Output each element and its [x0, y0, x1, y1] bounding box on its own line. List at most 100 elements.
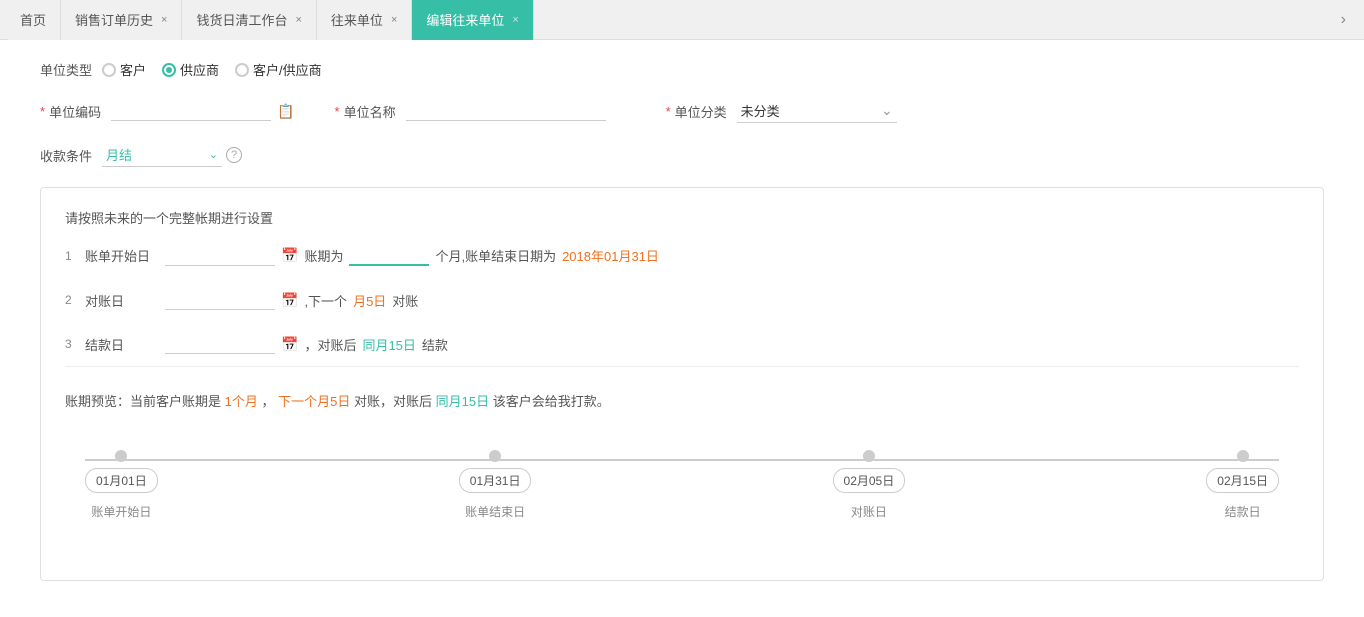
period-unit: 个月,账单结束日期为	[435, 246, 556, 265]
unit-name-label: 单位名称	[344, 102, 396, 121]
reconcile-highlight: 月5日	[353, 291, 386, 310]
chevron-down-icon: ⌄	[881, 102, 893, 119]
preview-end: 该客户会给我打款。	[493, 394, 610, 409]
unit-class-field: * 单位分类 未分类 ⌄	[666, 99, 897, 123]
required-star: *	[335, 104, 340, 119]
timeline-point-4: 02月15日 结款日	[1206, 450, 1279, 520]
payment-desc-pre: ，对账后	[304, 335, 356, 354]
payment-row: 收款条件 月结 ⌄ ?	[40, 143, 1324, 167]
close-icon[interactable]: ×	[391, 14, 397, 26]
timeline-label-1: 账单开始日	[91, 503, 151, 520]
row-reconcile-date: 2 对账日 2018-02-05 📅 ,下一个 月5日 对账	[65, 290, 1299, 310]
unit-class-value: 未分类	[741, 101, 881, 120]
timeline-badge-4: 02月15日	[1206, 468, 1279, 493]
copy-icon[interactable]: 📋	[277, 103, 294, 120]
timeline-badge-2: 01月31日	[459, 468, 532, 493]
radio-supplier-label: 供应商	[180, 60, 219, 79]
tab-edit-partner[interactable]: 编辑往来单位 ×	[412, 0, 533, 40]
unit-name-input[interactable]: 河南供应商22	[406, 101, 606, 121]
tab-sales-history-label: 销售订单历史	[75, 10, 153, 29]
calendar-icon[interactable]: 📅	[281, 336, 298, 353]
preview-mid2: 对账，对账后	[354, 394, 432, 409]
row-label-reconcile: 对账日	[85, 291, 165, 310]
row-num-3: 3	[65, 337, 85, 351]
timeline-point-3: 02月05日 对账日	[833, 450, 906, 520]
unit-type-field: 单位类型 客户 供应商 客户/供应商	[40, 60, 322, 79]
timeline-badge-1: 01月01日	[85, 468, 158, 493]
close-icon[interactable]: ×	[512, 14, 518, 26]
calendar-icon[interactable]: 📅	[281, 247, 298, 264]
tab-cash-work-label: 钱货日清工作台	[196, 10, 287, 29]
timeline-point-1: 01月01日 账单开始日	[85, 450, 158, 520]
help-icon[interactable]: ?	[226, 147, 242, 163]
required-star: *	[40, 104, 45, 119]
payment-highlight: 同月15日	[362, 335, 415, 354]
timeline-point-2: 01月31日 账单结束日	[459, 450, 532, 520]
row-label-start: 账单开始日	[85, 246, 165, 265]
reconcile-date-input[interactable]: 2018-02-05	[165, 290, 275, 310]
period-section: 请按照未来的一个完整帐期进行设置 1 账单开始日 2018-01-01 📅 账期…	[40, 187, 1324, 581]
payment-label: 收款条件	[40, 146, 92, 165]
unit-type-row: 单位类型 客户 供应商 客户/供应商	[40, 60, 1324, 79]
start-date-input[interactable]: 2018-01-01	[165, 246, 275, 266]
payment-select[interactable]: 月结 ⌄	[102, 143, 222, 167]
timeline-label-4: 结款日	[1225, 503, 1261, 520]
chevron-down-icon: ⌄	[209, 148, 218, 161]
tab-partner-label: 往来单位	[331, 10, 383, 29]
close-icon[interactable]: ×	[161, 14, 167, 26]
payment-value: 月结	[106, 145, 205, 164]
preview-mid1: ，	[262, 394, 275, 409]
row-num-2: 2	[65, 293, 85, 307]
radio-both-label: 客户/供应商	[253, 60, 322, 79]
payment-field: 收款条件 月结 ⌄ ?	[40, 143, 242, 167]
timeline-dot-4	[1237, 450, 1249, 462]
timeline-dot-2	[489, 450, 501, 462]
tab-partner[interactable]: 往来单位 ×	[317, 0, 412, 40]
payment-date-input[interactable]: 2018-02-15	[165, 334, 275, 354]
row-num-1: 1	[65, 249, 85, 263]
preview-part2: 下一个月5日	[278, 394, 350, 409]
tab-cash-work[interactable]: 钱货日清工作台 ×	[182, 0, 316, 40]
unit-class-label: 单位分类	[675, 102, 727, 121]
radio-customer-label: 客户	[120, 60, 146, 79]
unit-code-label: 单位编码	[49, 102, 101, 121]
preview-part3: 同月15日	[436, 394, 489, 409]
radio-customer[interactable]: 客户	[102, 60, 146, 79]
timeline-dot-1	[115, 450, 127, 462]
timeline-points: 01月01日 账单开始日 01月31日 账单结束日 02月05日 对账日	[85, 450, 1279, 520]
timeline-badge-3: 02月05日	[833, 468, 906, 493]
radio-supplier[interactable]: 供应商	[162, 60, 219, 79]
required-star: *	[666, 104, 671, 119]
unit-code-input[interactable]: 000001	[111, 101, 271, 121]
tab-edit-partner-label: 编辑往来单位	[426, 10, 504, 29]
timeline-label-2: 账单结束日	[465, 503, 525, 520]
calendar-icon[interactable]: 📅	[281, 292, 298, 309]
timeline-label-3: 对账日	[851, 503, 887, 520]
tab-expand-button[interactable]: ›	[1331, 11, 1356, 29]
tab-home-label: 首页	[20, 10, 46, 29]
radio-both-circle	[235, 63, 249, 77]
radio-both[interactable]: 客户/供应商	[235, 60, 322, 79]
unit-type-radio-group: 客户 供应商 客户/供应商	[102, 60, 322, 79]
tab-bar: 首页 销售订单历史 × 钱货日清工作台 × 往来单位 × 编辑往来单位 × ›	[0, 0, 1364, 40]
unit-class-select[interactable]: 未分类 ⌄	[737, 99, 897, 123]
timeline-dot-3	[863, 450, 875, 462]
payment-desc-post: 结款	[422, 335, 448, 354]
period-value-input[interactable]: 1	[349, 245, 429, 266]
section-title: 请按照未来的一个完整帐期进行设置	[65, 208, 1299, 227]
tab-home[interactable]: 首页	[8, 0, 61, 40]
main-content: 单位类型 客户 供应商 客户/供应商 * 单位编码 00000	[0, 40, 1364, 617]
preview-label: 账期预览：当前客户账期是	[65, 394, 221, 409]
close-icon[interactable]: ×	[295, 14, 301, 26]
unit-name-field: * 单位名称 河南供应商22	[335, 101, 606, 121]
unit-code-field: * 单位编码 000001 📋	[40, 101, 295, 121]
tab-sales-history[interactable]: 销售订单历史 ×	[61, 0, 182, 40]
unit-type-label: 单位类型	[40, 60, 92, 79]
period-label: 账期为	[304, 246, 343, 265]
radio-supplier-circle	[162, 63, 176, 77]
period-end-date: 2018年01月31日	[562, 246, 659, 265]
reconcile-desc-pre: ,下一个	[304, 291, 347, 310]
row-start-date: 1 账单开始日 2018-01-01 📅 账期为 1 个月,账单结束日期为 20…	[65, 245, 1299, 266]
unit-info-row: * 单位编码 000001 📋 * 单位名称 河南供应商22 * 单位分类 未分…	[40, 99, 1324, 123]
timeline: 01月01日 账单开始日 01月31日 账单结束日 02月05日 对账日	[65, 430, 1299, 560]
